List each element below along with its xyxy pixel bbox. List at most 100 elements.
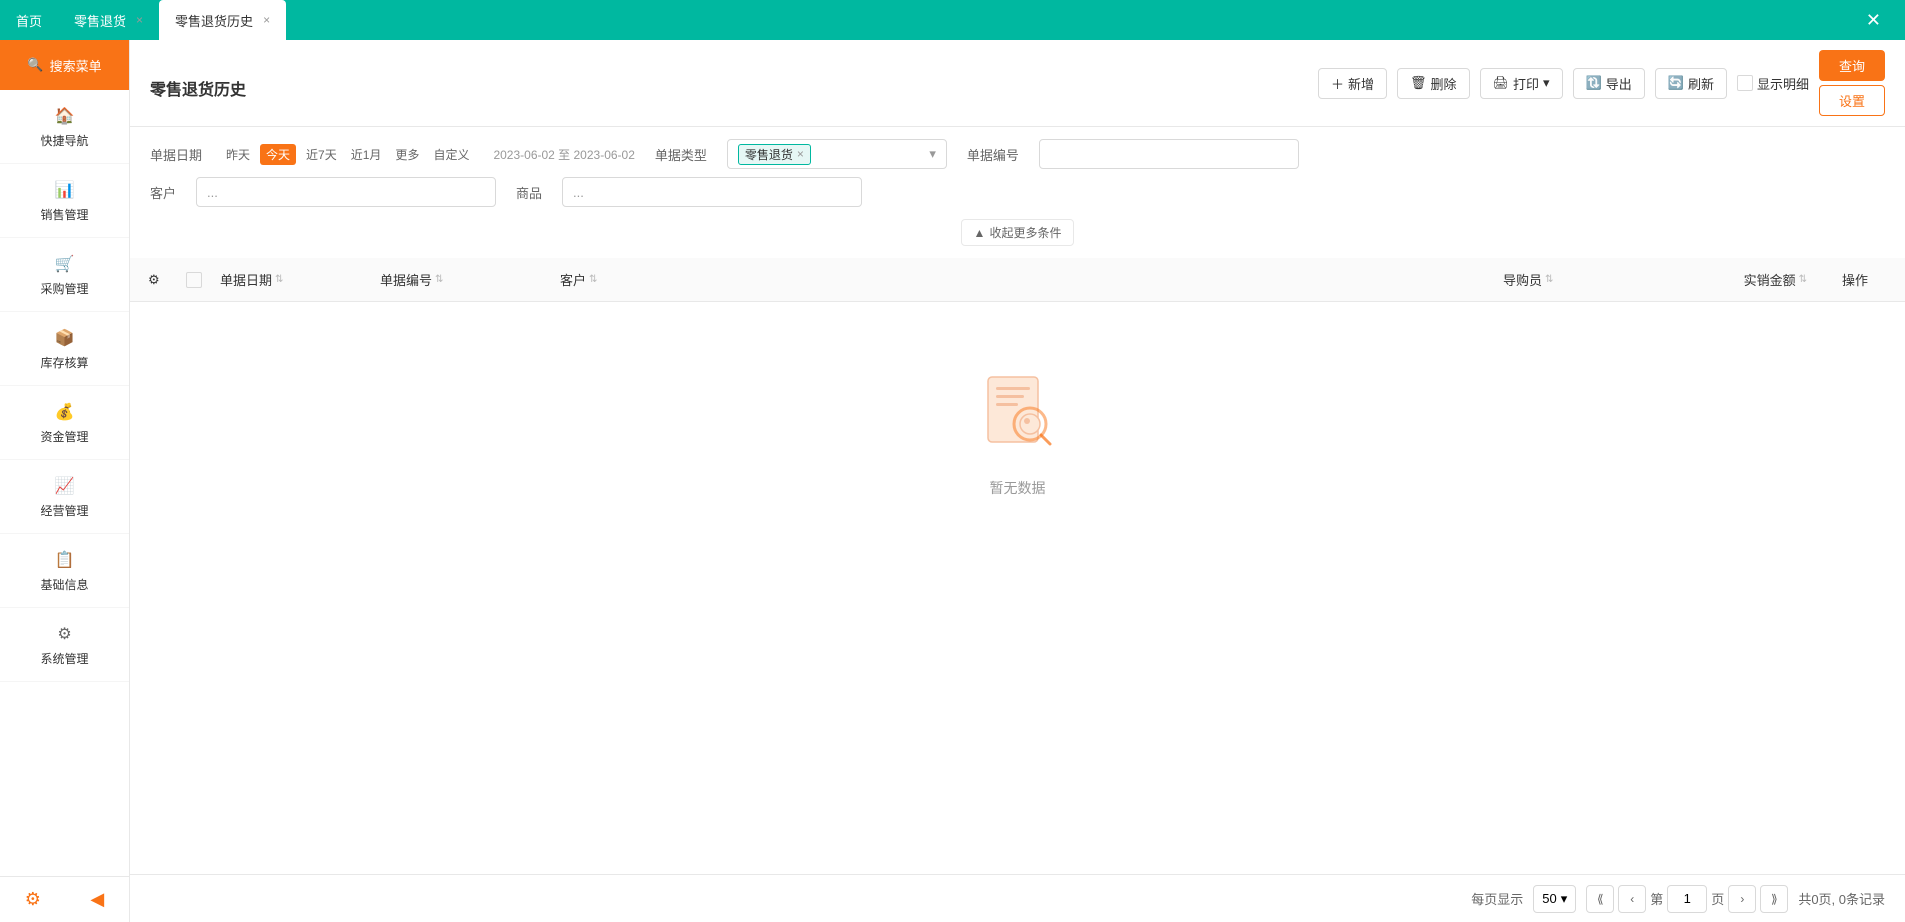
- date-btn-more[interactable]: 更多: [391, 144, 423, 165]
- delete-button[interactable]: 🗑 删除: [1397, 68, 1470, 99]
- page-input[interactable]: [1667, 885, 1707, 913]
- date-range: 2023-06-02 至 2023-06-02: [493, 146, 634, 163]
- first-page-btn[interactable]: ⟪: [1586, 885, 1614, 913]
- page-info: 共0页, 0条记录: [1798, 889, 1885, 908]
- date-btn-yesterday[interactable]: 昨天: [222, 144, 254, 165]
- tab-retail-return-history-label: 零售退货历史: [175, 11, 253, 30]
- sidebar-item-basic-info[interactable]: 📋 基础信息: [0, 534, 129, 608]
- sidebar-item-inventory[interactable]: 📦 库存核算: [0, 312, 129, 386]
- date-btn-today[interactable]: 今天: [260, 144, 296, 165]
- collapse-label: 收起更多条件: [989, 224, 1061, 241]
- guide-sort-icon: ⇅: [1545, 274, 1553, 285]
- sidebar-item-purchase-label: 采购管理: [40, 280, 88, 297]
- empty-state: 暂无数据: [130, 302, 1905, 558]
- sidebar-settings-btn[interactable]: ⚙: [25, 889, 41, 910]
- print-icon: 🖨: [1493, 75, 1510, 91]
- sidebar-collapse-btn[interactable]: ◀: [90, 889, 104, 910]
- collapse-button[interactable]: ▲ 收起更多条件: [961, 219, 1075, 246]
- th-date-label: 单据日期: [220, 270, 272, 289]
- main-layout: 🔍 搜索菜单 🏠 快捷导航 📊 销售管理 🛒 采购管理 📦 库存核算 💰: [0, 40, 1905, 922]
- sidebar-search[interactable]: 🔍 搜索菜单: [0, 40, 129, 90]
- collapse-row: ▲ 收起更多条件: [150, 215, 1885, 246]
- header-checkbox[interactable]: [186, 272, 202, 288]
- settings-col-icon: ⚙: [148, 272, 160, 288]
- tab-bar: 首页 零售退货 × 零售退货历史 ×: [0, 0, 1858, 40]
- th-action-label: 操作: [1842, 270, 1868, 289]
- refresh-icon: 🔄: [1668, 75, 1684, 91]
- th-guide[interactable]: 导购员 ⇅: [1495, 270, 1655, 289]
- date-btn-custom[interactable]: 自定义: [429, 144, 473, 165]
- amount-sort-icon: ⇅: [1799, 274, 1807, 285]
- goods-label: 商品: [516, 183, 542, 202]
- delete-label: 删除: [1430, 74, 1456, 93]
- th-guide-label: 导购员: [1503, 270, 1542, 289]
- type-tag: 零售退货 ×: [738, 144, 811, 165]
- th-customer-label: 客户: [560, 270, 586, 289]
- date-btn-7days[interactable]: 近7天: [302, 144, 341, 165]
- number-input[interactable]: [1039, 139, 1299, 169]
- goods-input[interactable]: [562, 177, 862, 207]
- print-label: 打印: [1513, 74, 1539, 93]
- customer-label: 客户: [150, 183, 176, 202]
- prev-page-btn[interactable]: ‹: [1618, 885, 1646, 913]
- sidebar-nav: 🏠 快捷导航 📊 销售管理 🛒 采购管理 📦 库存核算 💰 资金管理 📈: [0, 90, 129, 876]
- tab-home[interactable]: 首页: [0, 0, 58, 40]
- header-actions: ＋ 新增 🗑 删除 🖨 打印 ▾ 🔃 导出 🔄: [1318, 50, 1885, 126]
- type-select[interactable]: 零售退货 × ▾: [727, 139, 947, 169]
- date-label: 单据日期: [150, 145, 202, 164]
- th-number[interactable]: 单据编号 ⇅: [372, 270, 552, 289]
- show-detail-checkbox[interactable]: [1737, 75, 1753, 91]
- tab-home-label: 首页: [16, 11, 42, 30]
- th-action: 操作: [1815, 270, 1895, 289]
- tab-retail-return-history[interactable]: 零售退货历史 ×: [159, 0, 286, 40]
- page-size-label: 每页显示: [1471, 889, 1523, 908]
- type-tag-text: 零售退货: [745, 146, 793, 163]
- page-size-arrow: ▾: [1561, 891, 1568, 907]
- th-checkbox[interactable]: [176, 272, 212, 288]
- new-icon: ＋: [1331, 74, 1344, 93]
- last-page-btn[interactable]: ⟫: [1760, 885, 1788, 913]
- query-settings-group: 查询 设置: [1819, 50, 1885, 116]
- sidebar-item-operations[interactable]: 📈 经营管理: [0, 460, 129, 534]
- export-icon: 🔃: [1586, 75, 1602, 91]
- th-date[interactable]: 单据日期 ⇅: [212, 270, 372, 289]
- tab-retail-return-history-close[interactable]: ×: [263, 13, 270, 27]
- sales-icon: 📊: [53, 178, 77, 202]
- page-size-value: 50: [1542, 891, 1556, 906]
- th-amount[interactable]: 实销金额 ⇅: [1655, 270, 1815, 289]
- sidebar-item-purchase[interactable]: 🛒 采购管理: [0, 238, 129, 312]
- top-bar: 首页 零售退货 × 零售退货历史 × ✕: [0, 0, 1905, 40]
- sidebar-item-quick-nav[interactable]: 🏠 快捷导航: [0, 90, 129, 164]
- sidebar-item-sales[interactable]: 📊 销售管理: [0, 164, 129, 238]
- next-page-btn[interactable]: ›: [1728, 885, 1756, 913]
- quick-nav-icon: 🏠: [53, 104, 77, 128]
- th-number-label: 单据编号: [380, 270, 432, 289]
- new-button[interactable]: ＋ 新增: [1318, 68, 1387, 99]
- customer-input[interactable]: [196, 177, 496, 207]
- th-customer[interactable]: 客户 ⇅: [552, 270, 1495, 289]
- show-detail-label[interactable]: 显示明细: [1737, 74, 1809, 93]
- sidebar-item-system[interactable]: ⚙ 系统管理: [0, 608, 129, 682]
- basic-info-icon: 📋: [53, 548, 77, 572]
- export-button[interactable]: 🔃 导出: [1573, 68, 1645, 99]
- search-icon: 🔍: [27, 57, 43, 73]
- th-settings[interactable]: ⚙: [140, 272, 176, 288]
- sidebar-item-finance[interactable]: 💰 资金管理: [0, 386, 129, 460]
- th-amount-label: 实销金额: [1744, 270, 1796, 289]
- print-button[interactable]: 🖨 打印 ▾: [1480, 68, 1563, 99]
- filter-row-1: 单据日期 昨天 今天 近7天 近1月 更多 自定义 2023-06-02 至 2…: [150, 139, 1885, 169]
- date-btn-1month[interactable]: 近1月: [347, 144, 386, 165]
- tab-retail-return[interactable]: 零售退货 ×: [58, 0, 159, 40]
- query-button[interactable]: 查询: [1819, 50, 1885, 81]
- sidebar-item-system-label: 系统管理: [40, 650, 88, 667]
- page-size-select[interactable]: 50 ▾: [1533, 885, 1576, 913]
- purchase-icon: 🛒: [53, 252, 77, 276]
- type-tag-close[interactable]: ×: [797, 147, 804, 161]
- date-sort-icon: ⇅: [275, 274, 283, 285]
- date-quick-group: 昨天 今天 近7天 近1月 更多 自定义: [222, 144, 473, 165]
- close-window-btn[interactable]: ✕: [1858, 6, 1889, 35]
- refresh-button[interactable]: 🔄 刷新: [1655, 68, 1727, 99]
- settings-button[interactable]: 设置: [1819, 85, 1885, 116]
- print-arrow-icon: ▾: [1543, 75, 1550, 91]
- tab-retail-return-close[interactable]: ×: [136, 13, 143, 27]
